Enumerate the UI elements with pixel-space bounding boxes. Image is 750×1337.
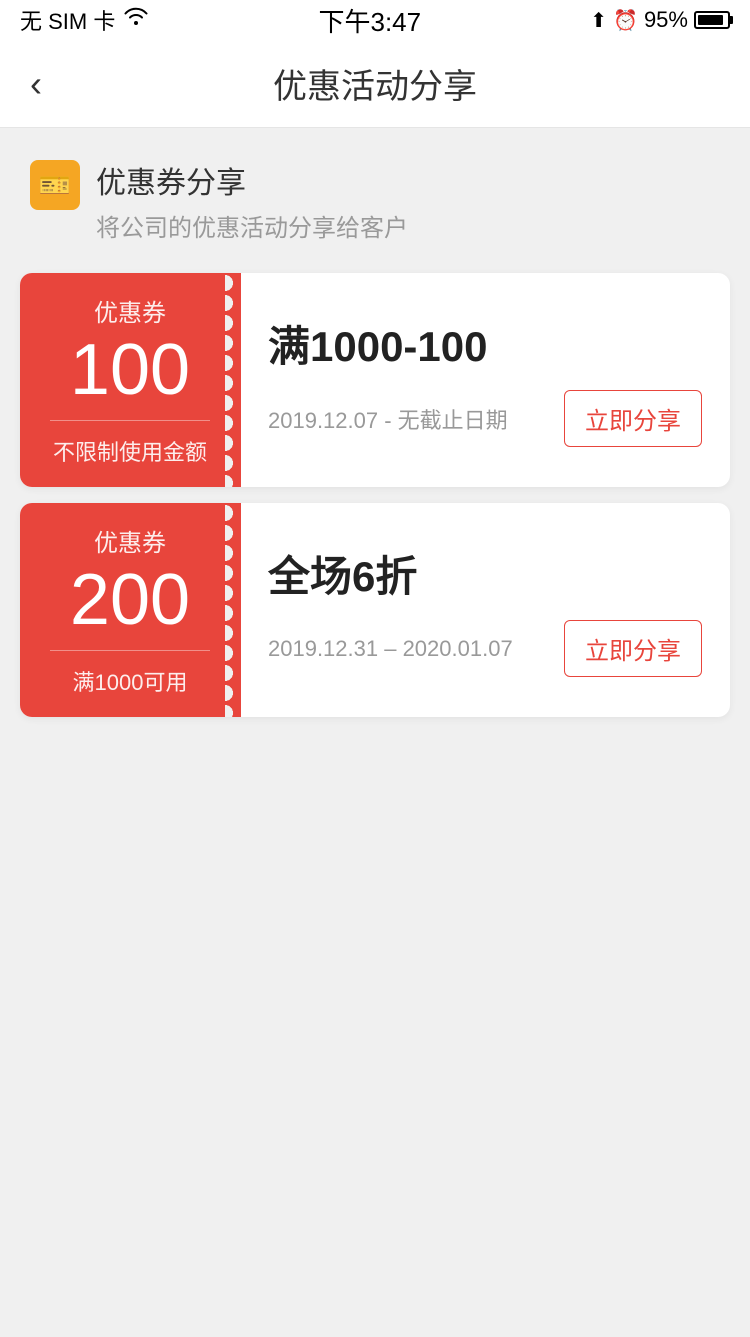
coupon-bottom-2: 2019.12.31 – 2020.01.07 立即分享: [268, 620, 702, 677]
coupon-label-1: 优惠券: [94, 293, 166, 328]
coupon-title-2: 全场6折: [268, 543, 702, 604]
status-time: 下午3:47: [319, 2, 422, 39]
location-icon: ⬆: [590, 8, 607, 33]
status-bar: 无 SIM 卡 下午3:47 ⬆ ⏰ 95%: [0, 0, 750, 40]
coupon-left-2: 优惠券 200 满1000可用: [20, 503, 240, 717]
section-icon: 🎫: [30, 160, 80, 210]
coupon-amount-2: 200: [70, 564, 190, 636]
alarm-icon: ⏰: [613, 8, 638, 33]
coupon-left-1: 优惠券 100 不限制使用金额: [20, 273, 240, 487]
coupon-bottom-1: 2019.12.07 - 无截止日期 立即分享: [268, 390, 702, 447]
status-left: 无 SIM 卡: [20, 4, 149, 36]
share-button-1[interactable]: 立即分享: [564, 390, 702, 447]
wifi-icon: [123, 7, 149, 33]
page-title: 优惠活动分享: [273, 59, 477, 108]
battery-percent: 95%: [644, 7, 688, 33]
coupon-emoji: 🎫: [39, 170, 71, 201]
coupon-date-1: 2019.12.07 - 无截止日期: [268, 403, 554, 435]
coupon-right-2: 全场6折 2019.12.31 – 2020.01.07 立即分享: [240, 503, 730, 717]
coupon-card-1: 优惠券 100 不限制使用金额 满1000-100 2019.12.07 - 无…: [20, 273, 730, 487]
page-header: ‹ 优惠活动分享: [0, 40, 750, 128]
status-right: ⬆ ⏰ 95%: [590, 7, 730, 33]
coupon-card-2: 优惠券 200 满1000可用 全场6折 2019.12.31 – 2020.0…: [20, 503, 730, 717]
section-subtitle: 将公司的优惠活动分享给客户: [96, 208, 408, 243]
coupon-label-2: 优惠券: [94, 523, 166, 558]
coupon-list: 优惠券 100 不限制使用金额 满1000-100 2019.12.07 - 无…: [0, 263, 750, 737]
share-button-2[interactable]: 立即分享: [564, 620, 702, 677]
section-title: 优惠券分享: [96, 158, 408, 202]
coupon-condition-1: 不限制使用金额: [53, 435, 207, 467]
background-fill: [0, 737, 750, 1337]
coupon-condition-2: 满1000可用: [73, 665, 188, 697]
carrier-label: 无 SIM 卡: [20, 4, 115, 36]
coupon-right-1: 满1000-100 2019.12.07 - 无截止日期 立即分享: [240, 273, 730, 487]
section-header: 🎫 优惠券分享 将公司的优惠活动分享给客户: [0, 128, 750, 263]
coupon-date-2: 2019.12.31 – 2020.01.07: [268, 636, 554, 662]
battery-icon: [694, 11, 730, 29]
coupon-divider-1: [50, 420, 210, 421]
coupon-divider-2: [50, 650, 210, 651]
section-text: 优惠券分享 将公司的优惠活动分享给客户: [96, 158, 408, 243]
coupon-amount-1: 100: [70, 334, 190, 406]
coupon-title-1: 满1000-100: [268, 313, 702, 374]
back-button[interactable]: ‹: [30, 63, 42, 105]
